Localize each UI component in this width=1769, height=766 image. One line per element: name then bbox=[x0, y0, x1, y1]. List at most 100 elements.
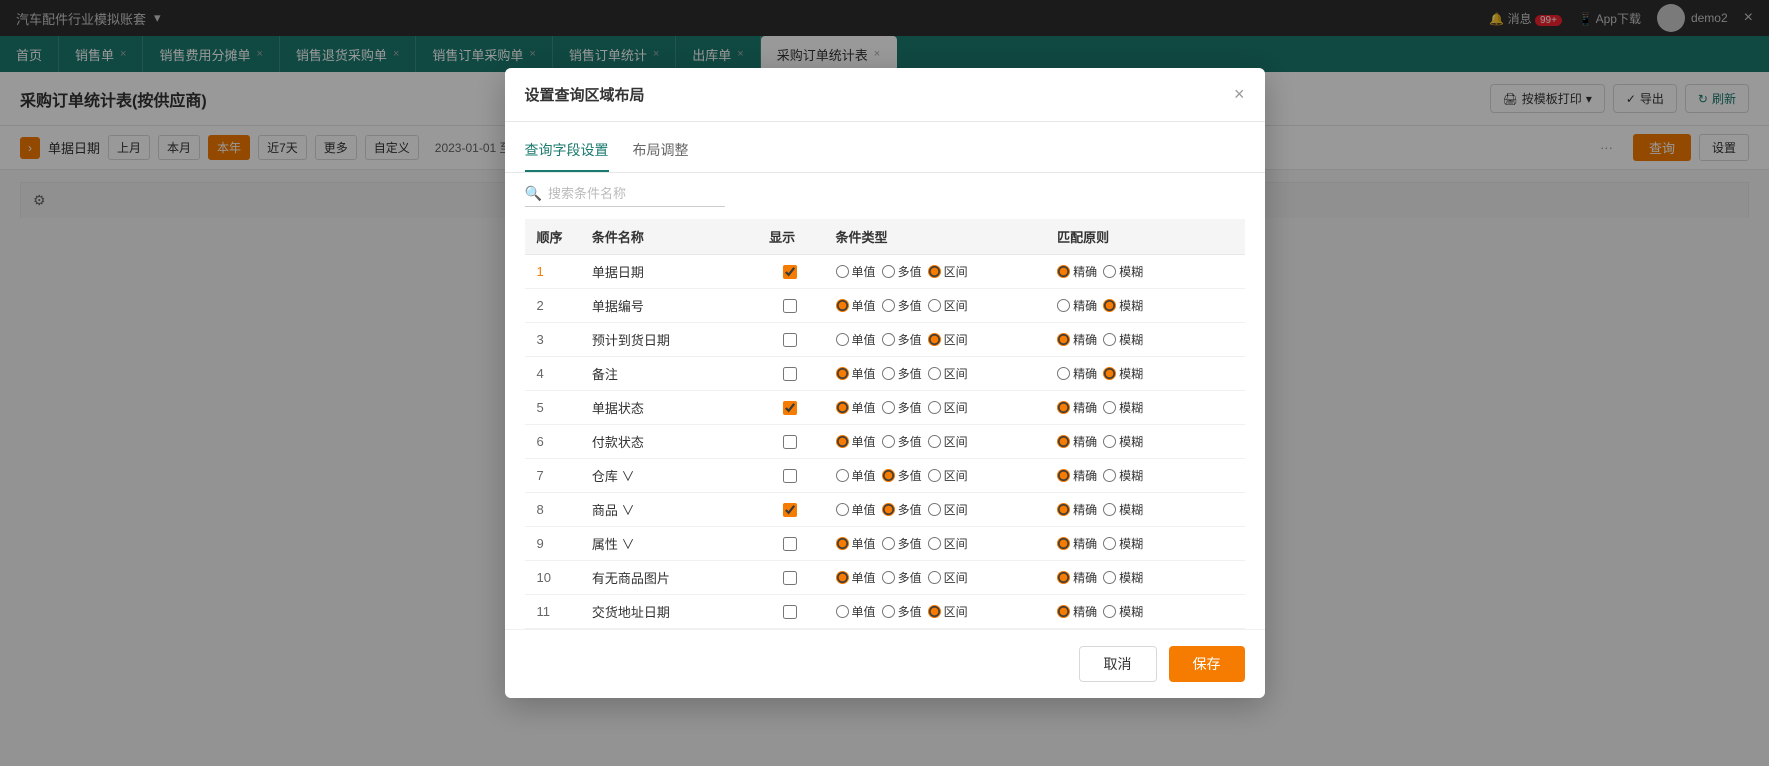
type-radio-item[interactable]: 单值 bbox=[836, 603, 876, 620]
match-radio-item[interactable]: 精确 bbox=[1057, 467, 1097, 484]
row-show-checkbox[interactable] bbox=[783, 435, 797, 449]
match-radio-item[interactable]: 精确 bbox=[1057, 501, 1097, 518]
cancel-button[interactable]: 取消 bbox=[1079, 646, 1157, 682]
row-show-checkbox[interactable] bbox=[783, 265, 797, 279]
type-radio-item[interactable]: 单值 bbox=[836, 297, 876, 314]
table-row: 2单据编号单值多值区间精确模糊 bbox=[525, 289, 1245, 323]
table-row: 9属性 ∨单值多值区间精确模糊 bbox=[525, 527, 1245, 561]
type-radio-item[interactable]: 多值 bbox=[882, 535, 922, 552]
row-show-checkbox[interactable] bbox=[783, 571, 797, 585]
modal-tab-field-settings[interactable]: 查询字段设置 bbox=[525, 134, 609, 172]
row-show-checkbox[interactable] bbox=[783, 605, 797, 619]
table-row: 8商品 ∨单值多值区间精确模糊 bbox=[525, 493, 1245, 527]
match-radio-item[interactable]: 模糊 bbox=[1103, 467, 1143, 484]
type-radio-item[interactable]: 区间 bbox=[928, 365, 968, 382]
type-radio-item[interactable]: 多值 bbox=[882, 297, 922, 314]
type-radio-item[interactable]: 区间 bbox=[928, 433, 968, 450]
row-show-checkbox[interactable] bbox=[783, 469, 797, 483]
row-match-cell: 精确模糊 bbox=[1045, 357, 1244, 391]
modal-tab-layout-adjust[interactable]: 布局调整 bbox=[633, 134, 689, 172]
row-show-checkbox[interactable] bbox=[783, 299, 797, 313]
type-radio-item[interactable]: 区间 bbox=[928, 501, 968, 518]
type-radio-item[interactable]: 多值 bbox=[882, 399, 922, 416]
table-row: 4备注单值多值区间精确模糊 bbox=[525, 357, 1245, 391]
match-radio-item[interactable]: 模糊 bbox=[1103, 263, 1143, 280]
type-radio-item[interactable]: 区间 bbox=[928, 399, 968, 416]
modal-close-button[interactable]: × bbox=[1234, 84, 1245, 105]
row-name: 仓库 ∨ bbox=[580, 459, 757, 493]
match-radio-item[interactable]: 模糊 bbox=[1103, 399, 1143, 416]
type-radio-item[interactable]: 多值 bbox=[882, 569, 922, 586]
row-show-checkbox[interactable] bbox=[783, 401, 797, 415]
match-radio-item[interactable]: 模糊 bbox=[1103, 535, 1143, 552]
type-radio-item[interactable]: 多值 bbox=[882, 365, 922, 382]
type-radio-item[interactable]: 区间 bbox=[928, 263, 968, 280]
row-match-cell: 精确模糊 bbox=[1045, 459, 1244, 493]
match-radio-item[interactable]: 精确 bbox=[1057, 297, 1097, 314]
type-radio-item[interactable]: 多值 bbox=[882, 433, 922, 450]
match-radio-item[interactable]: 精确 bbox=[1057, 331, 1097, 348]
type-radio-item[interactable]: 单值 bbox=[836, 365, 876, 382]
type-radio-item[interactable]: 单值 bbox=[836, 399, 876, 416]
row-name: 单据编号 bbox=[580, 289, 757, 323]
row-show-checkbox[interactable] bbox=[783, 367, 797, 381]
type-radio-item[interactable]: 区间 bbox=[928, 297, 968, 314]
row-type-cell: 单值多值区间 bbox=[824, 323, 1046, 357]
type-radio-item[interactable]: 多值 bbox=[882, 263, 922, 280]
match-radio-item[interactable]: 精确 bbox=[1057, 535, 1097, 552]
type-radio-item[interactable]: 单值 bbox=[836, 263, 876, 280]
match-radio-item[interactable]: 精确 bbox=[1057, 365, 1097, 382]
row-show-checkbox[interactable] bbox=[783, 537, 797, 551]
row-type-cell: 单值多值区间 bbox=[824, 493, 1046, 527]
type-radio-item[interactable]: 区间 bbox=[928, 603, 968, 620]
type-radio-item[interactable]: 单值 bbox=[836, 331, 876, 348]
row-show-cell bbox=[757, 561, 823, 595]
type-radio-item[interactable]: 区间 bbox=[928, 569, 968, 586]
modal-table-header: 顺序 条件名称 显示 条件类型 匹配原则 bbox=[525, 219, 1245, 255]
type-radio-item[interactable]: 多值 bbox=[882, 603, 922, 620]
row-show-checkbox[interactable] bbox=[783, 503, 797, 517]
match-radio-item[interactable]: 模糊 bbox=[1103, 603, 1143, 620]
match-radio-item[interactable]: 精确 bbox=[1057, 433, 1097, 450]
row-type-cell: 单值多值区间 bbox=[824, 459, 1046, 493]
save-button[interactable]: 保存 bbox=[1169, 646, 1245, 682]
row-show-cell bbox=[757, 527, 823, 561]
match-radio-item[interactable]: 模糊 bbox=[1103, 433, 1143, 450]
match-radio-item[interactable]: 模糊 bbox=[1103, 501, 1143, 518]
row-name: 预计到货日期 bbox=[580, 323, 757, 357]
row-name: 单据日期 bbox=[580, 255, 757, 289]
match-radio-item[interactable]: 模糊 bbox=[1103, 297, 1143, 314]
match-radio-item[interactable]: 精确 bbox=[1057, 569, 1097, 586]
type-radio-item[interactable]: 区间 bbox=[928, 467, 968, 484]
type-radio-item[interactable]: 多值 bbox=[882, 331, 922, 348]
col-name-header: 条件名称 bbox=[580, 219, 757, 255]
table-row: 6付款状态单值多值区间精确模糊 bbox=[525, 425, 1245, 459]
row-match-cell: 精确模糊 bbox=[1045, 323, 1244, 357]
row-order: 9 bbox=[525, 527, 580, 561]
type-radio-item[interactable]: 单值 bbox=[836, 433, 876, 450]
search-input[interactable] bbox=[548, 186, 708, 201]
type-radio-item[interactable]: 单值 bbox=[836, 569, 876, 586]
row-show-checkbox[interactable] bbox=[783, 333, 797, 347]
type-radio-item[interactable]: 多值 bbox=[882, 501, 922, 518]
type-radio-item[interactable]: 单值 bbox=[836, 535, 876, 552]
row-name: 商品 ∨ bbox=[580, 493, 757, 527]
row-match-cell: 精确模糊 bbox=[1045, 561, 1244, 595]
settings-modal: 设置查询区域布局 × 查询字段设置 布局调整 🔍 顺序 bbox=[505, 68, 1265, 698]
type-radio-item[interactable]: 单值 bbox=[836, 467, 876, 484]
type-radio-item[interactable]: 多值 bbox=[882, 467, 922, 484]
match-radio-item[interactable]: 精确 bbox=[1057, 603, 1097, 620]
match-radio-item[interactable]: 精确 bbox=[1057, 399, 1097, 416]
match-radio-item[interactable]: 模糊 bbox=[1103, 331, 1143, 348]
type-radio-item[interactable]: 区间 bbox=[928, 535, 968, 552]
table-row: 1单据日期单值多值区间精确模糊 bbox=[525, 255, 1245, 289]
row-order: 5 bbox=[525, 391, 580, 425]
table-row: 10有无商品图片单值多值区间精确模糊 bbox=[525, 561, 1245, 595]
type-radio-item[interactable]: 单值 bbox=[836, 501, 876, 518]
row-show-cell bbox=[757, 289, 823, 323]
type-radio-item[interactable]: 区间 bbox=[928, 331, 968, 348]
row-show-cell bbox=[757, 425, 823, 459]
match-radio-item[interactable]: 精确 bbox=[1057, 263, 1097, 280]
match-radio-item[interactable]: 模糊 bbox=[1103, 365, 1143, 382]
match-radio-item[interactable]: 模糊 bbox=[1103, 569, 1143, 586]
